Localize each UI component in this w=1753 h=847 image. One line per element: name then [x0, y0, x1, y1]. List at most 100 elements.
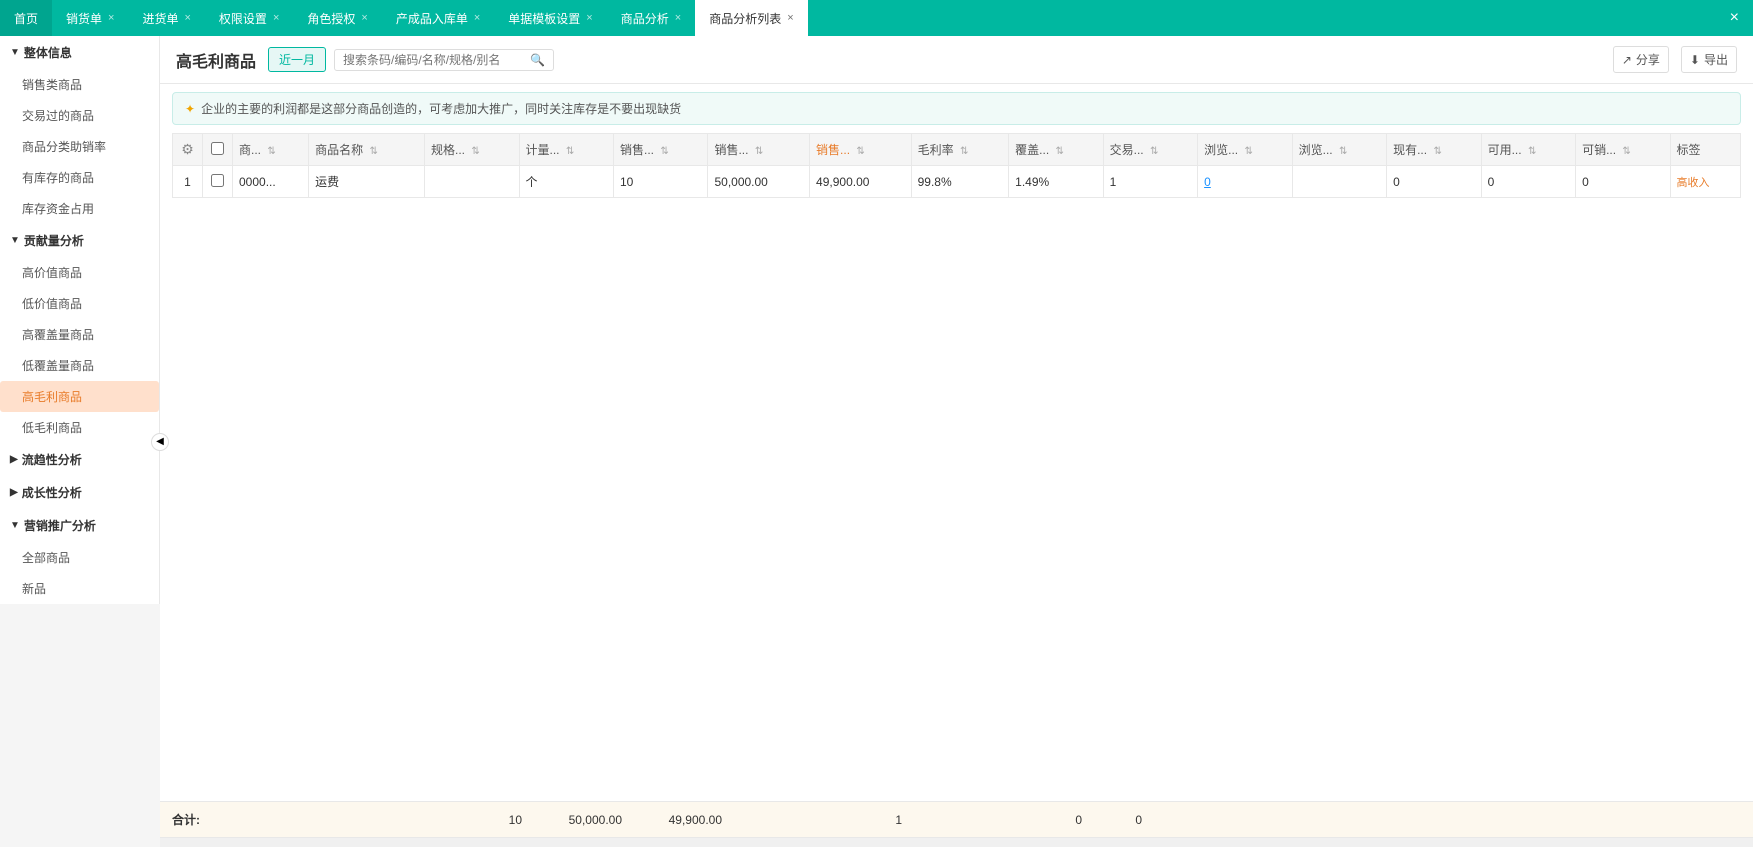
total-available-stock: 0: [1090, 813, 1150, 827]
nav-sales-order[interactable]: 销货单 ×: [52, 0, 128, 36]
sidebar-item-new-goods[interactable]: 新品: [0, 573, 159, 604]
cell-available-stock: 0: [1481, 166, 1575, 198]
sidebar-section-growth[interactable]: ▶ 成长性分析: [0, 476, 159, 509]
col-settings[interactable]: ⚙: [173, 134, 203, 166]
col-view2[interactable]: 浏览... ⇅: [1292, 134, 1386, 166]
total-gross-margin: [730, 813, 790, 827]
close-role-auth[interactable]: ×: [361, 12, 367, 24]
nav-product-warehouse[interactable]: 产成品入库单 ×: [382, 0, 494, 36]
total-transaction: 1: [850, 813, 910, 827]
col-transaction[interactable]: 交易... ⇅: [1103, 134, 1197, 166]
sort-icon-view2: ⇅: [1339, 146, 1347, 157]
sidebar-item-high-value[interactable]: 高价值商品: [0, 257, 159, 288]
filter-recent-month[interactable]: 近一月: [268, 47, 326, 72]
cell-view1[interactable]: 0: [1198, 166, 1292, 198]
sidebar-item-category-rate[interactable]: 商品分类助销率: [0, 131, 159, 162]
info-icon: ✦: [185, 102, 195, 116]
select-all-checkbox[interactable]: [211, 142, 224, 155]
search-container: 🔍: [334, 49, 554, 71]
sidebar-item-low-coverage[interactable]: 低覆盖量商品: [0, 350, 159, 381]
sort-icon-code: ⇅: [267, 146, 275, 157]
search-input[interactable]: [343, 53, 530, 67]
close-product-warehouse[interactable]: ×: [474, 12, 480, 24]
nav-product-analysis[interactable]: 商品分析 ×: [607, 0, 695, 36]
cell-sales-cost: 49,900.00: [810, 166, 912, 198]
total-view2: [970, 813, 1030, 827]
sidebar-section-trend[interactable]: ▶ 流趋性分析: [0, 443, 159, 476]
col-sales-amount[interactable]: 销售... ⇅: [708, 134, 810, 166]
total-sales-amount: 50,000.00: [530, 813, 630, 827]
close-template-settings[interactable]: ×: [586, 12, 592, 24]
close-sales-order[interactable]: ×: [108, 12, 114, 24]
close-product-analysis-list[interactable]: ×: [787, 12, 793, 24]
col-available-stock[interactable]: 可用... ⇅: [1481, 134, 1575, 166]
cell-sales-amount: 50,000.00: [708, 166, 810, 198]
col-spec[interactable]: 规格... ⇅: [425, 134, 519, 166]
top-navigation: 首页 销货单 × 进货单 × 权限设置 × 角色授权 × 产成品入库单 × 单据…: [0, 0, 1753, 36]
cell-tag: 高收入: [1670, 166, 1740, 198]
col-gross-margin[interactable]: 毛利率 ⇅: [911, 134, 1009, 166]
sort-icon-name: ⇅: [369, 146, 377, 157]
sidebar-item-stocked-goods[interactable]: 有库存的商品: [0, 162, 159, 193]
sidebar-item-all-goods[interactable]: 全部商品: [0, 542, 159, 573]
sidebar-item-high-coverage[interactable]: 高覆盖量商品: [0, 319, 159, 350]
sidebar-section-marketing[interactable]: ▼ 营销推广分析: [0, 509, 159, 542]
sidebar-section-overall[interactable]: ▼ 整体信息: [0, 36, 159, 69]
content-header: 高毛利商品 近一月 🔍 ↗ 分享 ⬇ 导出: [160, 36, 1753, 84]
search-icon[interactable]: 🔍: [530, 53, 545, 67]
arrow-overall: ▼: [10, 47, 20, 58]
col-checkbox: [203, 134, 233, 166]
sort-icon-unit: ⇅: [566, 146, 574, 157]
sidebar-item-high-margin[interactable]: 高毛利商品: [0, 381, 159, 412]
sidebar-item-low-margin[interactable]: 低毛利商品: [0, 412, 159, 443]
col-name[interactable]: 商品名称 ⇅: [309, 134, 425, 166]
col-unit[interactable]: 计量... ⇅: [519, 134, 613, 166]
cell-code: 0000...: [233, 166, 309, 198]
nav-home[interactable]: 首页: [0, 0, 52, 36]
settings-icon[interactable]: ⚙: [181, 141, 194, 157]
share-button[interactable]: ↗ 分享: [1613, 46, 1669, 73]
sidebar-section-contribution[interactable]: ▼ 贡献量分析: [0, 224, 159, 257]
close-permissions[interactable]: ×: [273, 12, 279, 24]
nav-purchase-order[interactable]: 进货单 ×: [128, 0, 204, 36]
row-checkbox[interactable]: [211, 174, 224, 187]
sidebar-collapse-button[interactable]: ◀: [151, 433, 169, 451]
sort-icon-coverage: ⇅: [1056, 146, 1064, 157]
window-close-button[interactable]: ×: [1716, 9, 1753, 27]
close-purchase-order[interactable]: ×: [184, 12, 190, 24]
col-sellable-stock[interactable]: 可销... ⇅: [1576, 134, 1670, 166]
close-product-analysis[interactable]: ×: [675, 12, 681, 24]
horizontal-scrollbar[interactable]: [160, 837, 1753, 847]
col-coverage[interactable]: 覆盖... ⇅: [1009, 134, 1103, 166]
sidebar-item-traded-goods[interactable]: 交易过的商品: [0, 100, 159, 131]
sort-icon-view1: ⇅: [1244, 146, 1252, 157]
cell-coverage: 1.49%: [1009, 166, 1103, 198]
table-container: ⚙ 商... ⇅ 商品名称 ⇅: [160, 133, 1753, 801]
page-title: 高毛利商品: [176, 48, 256, 72]
cell-spec: [425, 166, 519, 198]
sort-icon-sellable-stock: ⇅: [1622, 146, 1630, 157]
sidebar-item-low-value[interactable]: 低价值商品: [0, 288, 159, 319]
nav-product-analysis-list[interactable]: 商品分析列表 ×: [695, 0, 807, 36]
nav-template-settings[interactable]: 单据模板设置 ×: [494, 0, 606, 36]
export-button[interactable]: ⬇ 导出: [1681, 46, 1737, 73]
nav-permissions[interactable]: 权限设置 ×: [205, 0, 293, 36]
header-actions: ↗ 分享 ⬇ 导出: [1613, 46, 1737, 73]
col-sales-qty[interactable]: 销售... ⇅: [613, 134, 707, 166]
cell-view2: [1292, 166, 1386, 198]
sort-icon-available-stock: ⇅: [1528, 146, 1536, 157]
info-banner: ✦ 企业的主要的利润都是这部分商品创造的，可考虑加大推广，同时关注库存是不要出现…: [172, 92, 1741, 125]
col-code[interactable]: 商... ⇅: [233, 134, 309, 166]
sort-icon-sales-qty: ⇅: [660, 146, 668, 157]
sidebar-item-sales-goods[interactable]: 销售类商品: [0, 69, 159, 100]
col-sales-cost[interactable]: 销售... ⇅: [810, 134, 912, 166]
col-current-stock[interactable]: 现有... ⇅: [1387, 134, 1481, 166]
sort-icon-transaction: ⇅: [1150, 146, 1158, 157]
total-coverage: [790, 813, 850, 827]
table-row: 1 0000... 运费: [173, 166, 1741, 198]
arrow-trend: ▶: [10, 454, 18, 465]
nav-role-auth[interactable]: 角色授权 ×: [293, 0, 381, 36]
sidebar-item-stock-capital[interactable]: 库存资金占用: [0, 193, 159, 224]
col-tag[interactable]: 标签: [1670, 134, 1740, 166]
col-view1[interactable]: 浏览... ⇅: [1198, 134, 1292, 166]
